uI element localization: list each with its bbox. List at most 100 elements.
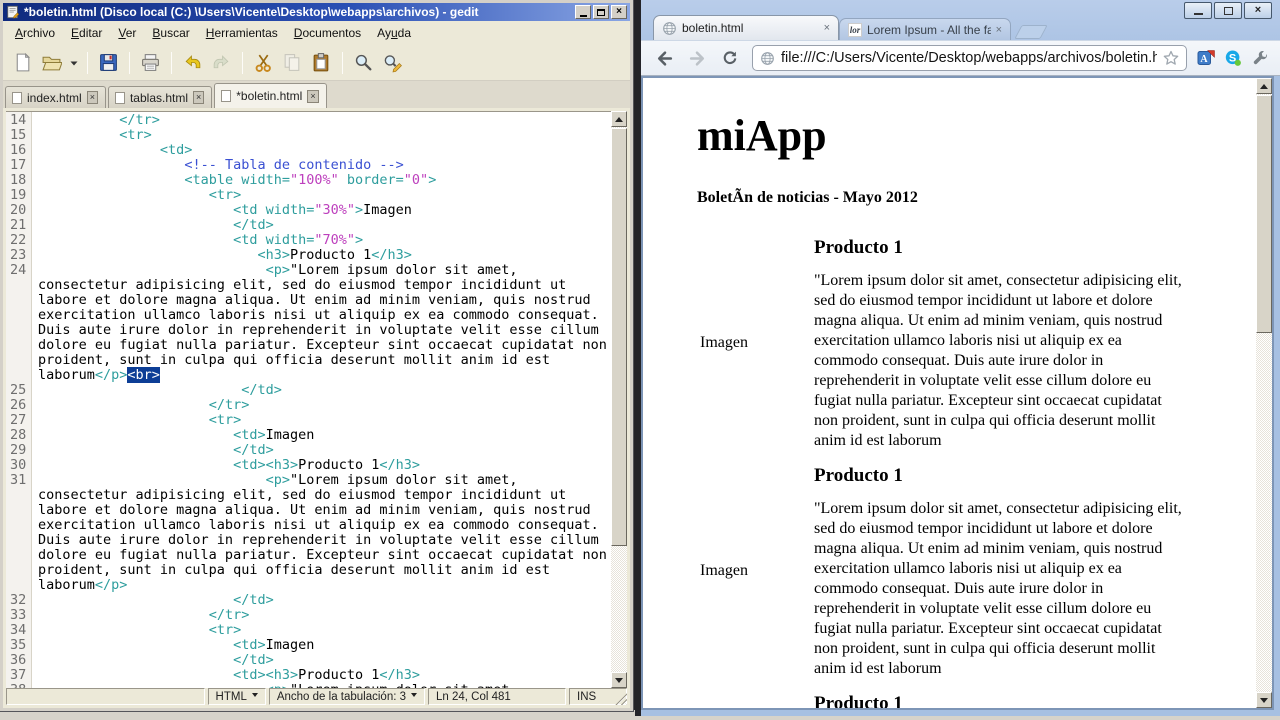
page-scrollbar-thumb[interactable] [1256,95,1272,333]
open-folder-icon[interactable] [38,49,65,77]
scroll-down-button[interactable] [611,672,627,688]
code-line[interactable]: 31 <p>"Lorem ipsum dolor sit amet, conse… [6,473,611,593]
page-scrollbar[interactable] [1256,78,1272,708]
paste-icon[interactable] [308,49,335,77]
translate-extension-icon[interactable]: A [1194,45,1218,71]
document-icon [221,90,232,102]
menu-archivo[interactable]: Archivo [7,22,63,44]
code-line[interactable]: 37 <td><h3>Producto 1</h3> [6,668,611,683]
maximize-button[interactable] [593,5,609,19]
code-line[interactable]: 14 </tr> [6,113,611,128]
menu-herramientas[interactable]: Herramientas [198,22,286,44]
code-line[interactable]: 27 <tr> [6,413,611,428]
maximize-button[interactable] [1214,2,1242,19]
tab-title: Lorem Ipsum - All the facts - Li [867,22,991,37]
lorem-icon: lor [848,23,862,37]
code-line[interactable]: 33 </tr> [6,608,611,623]
editor-scrollbar-thumb[interactable] [611,128,627,546]
find-replace-icon[interactable] [379,49,406,77]
line-number: 14 [10,113,27,128]
tab-close-icon[interactable]: × [824,22,830,34]
gedit-tab-bar: index.html × tablas.html × *boletin.html × [3,81,630,108]
code-text: <p>"Lorem ipsum dolor sit amet, consecte… [38,472,607,593]
tab-close-icon[interactable]: × [996,24,1002,36]
code-text: <td> [159,142,193,158]
page-subtitle: BoletÃn de noticias - Mayo 2012 [697,189,918,206]
browser-viewport[interactable]: miApp BoletÃn de noticias - Mayo 2012 Im… [641,76,1274,710]
code-line[interactable]: 17 <!-- Tabla de contenido --> [6,158,611,173]
scroll-down-button[interactable] [1256,692,1272,708]
new-tab-button[interactable] [1014,25,1048,39]
code-text: <td><h3>Producto 1</h3> [233,667,421,683]
code-line[interactable]: 30 <td><h3>Producto 1</h3> [6,458,611,473]
close-button[interactable]: × [1244,2,1272,19]
code-line[interactable]: 36 </td> [6,653,611,668]
save-icon[interactable] [95,49,122,77]
code-line[interactable]: 34 <tr> [6,623,611,638]
editor-tab-tablas.html[interactable]: tablas.html × [107,86,213,108]
gedit-app-icon [6,5,20,19]
reload-button[interactable] [715,45,745,72]
menu-documentos[interactable]: Documentos [286,22,369,44]
code-line[interactable]: 15 <tr> [6,128,611,143]
language-selector[interactable]: HTML [207,688,266,705]
back-button[interactable] [649,45,679,72]
code-text: <td width="70%"> [233,232,364,248]
skype-extension-icon[interactable]: S [1221,45,1245,71]
undo-icon[interactable] [179,49,206,77]
code-line[interactable]: 24 <p>"Lorem ipsum dolor sit amet, conse… [6,263,611,383]
line-number: 34 [10,622,27,638]
scroll-up-button[interactable] [1256,78,1272,94]
line-number: 16 [10,142,27,158]
code-line[interactable]: 19 <tr> [6,188,611,203]
tab-close-icon[interactable]: × [193,91,205,104]
code-text: </td> [233,442,274,458]
wrench-menu-icon[interactable] [1248,45,1272,71]
code-line[interactable]: 32 </td> [6,593,611,608]
tab-close-icon[interactable]: × [307,89,319,103]
minimize-button[interactable] [575,5,591,19]
menu-ayuda[interactable]: Ayuda [369,22,419,44]
line-number: 27 [10,412,27,428]
globe-icon [662,21,677,36]
menu-ver[interactable]: Ver [110,22,144,44]
code-line[interactable]: 20 <td width="30%">Imagen [6,203,611,218]
code-line[interactable]: 18 <table width="100%" border="0"> [6,173,611,188]
code-line[interactable]: 23 <h3>Producto 1</h3> [6,248,611,263]
url-text[interactable]: file:///C:/Users/Vicente/Desktop/webapps… [781,50,1157,66]
browser-tab[interactable]: lor Lorem Ipsum - All the facts - Li × [839,18,1011,40]
status-message-area [6,688,205,705]
cut-icon[interactable] [250,49,277,77]
scroll-up-button[interactable] [611,111,627,127]
tab-width-selector[interactable]: Ancho de la tabulación: 3 [268,688,425,705]
editor-tab-boletin.html[interactable]: *boletin.html × [214,83,327,108]
find-icon[interactable] [350,49,377,77]
menu-buscar[interactable]: Buscar [144,22,197,44]
tab-label: tablas.html [129,90,188,105]
browser-tab[interactable]: boletin.html × [653,15,839,40]
new-document-icon[interactable] [9,49,36,77]
editor-area[interactable]: 14 </tr> 15 <tr> 16 <td> 17 <!-- Tabla de c… [6,111,627,688]
line-number: 36 [10,652,27,668]
code-lines[interactable]: 14 </tr> 15 <tr> 16 <td> 17 <!-- Tabla de c… [6,113,611,688]
code-line[interactable]: 21 </td> [6,218,611,233]
code-line[interactable]: 25 </td> [6,383,611,398]
address-bar[interactable]: file:///C:/Users/Vicente/Desktop/webapps… [752,45,1187,71]
code-line[interactable]: 29 </td> [6,443,611,458]
open-caret-icon[interactable] [67,49,80,77]
print-icon[interactable] [137,49,164,77]
code-line[interactable]: 28 <td>Imagen [6,428,611,443]
code-line[interactable]: 16 <td> [6,143,611,158]
editor-scrollbar[interactable] [611,111,627,688]
close-button[interactable]: × [611,5,627,19]
code-line[interactable]: 35 <td>Imagen [6,638,611,653]
menu-editar[interactable]: Editar [63,22,110,44]
bookmark-star-icon[interactable] [1163,50,1179,66]
gedit-titlebar[interactable]: *boletin.html (Disco local (C:) \Users\V… [3,3,630,21]
forward-button[interactable] [682,45,712,72]
minimize-button[interactable] [1184,2,1212,19]
code-line[interactable]: 26 </tr> [6,398,611,413]
tab-close-icon[interactable]: × [86,91,98,104]
code-line[interactable]: 22 <td width="70%"> [6,233,611,248]
editor-tab-index.html[interactable]: index.html × [5,86,106,108]
